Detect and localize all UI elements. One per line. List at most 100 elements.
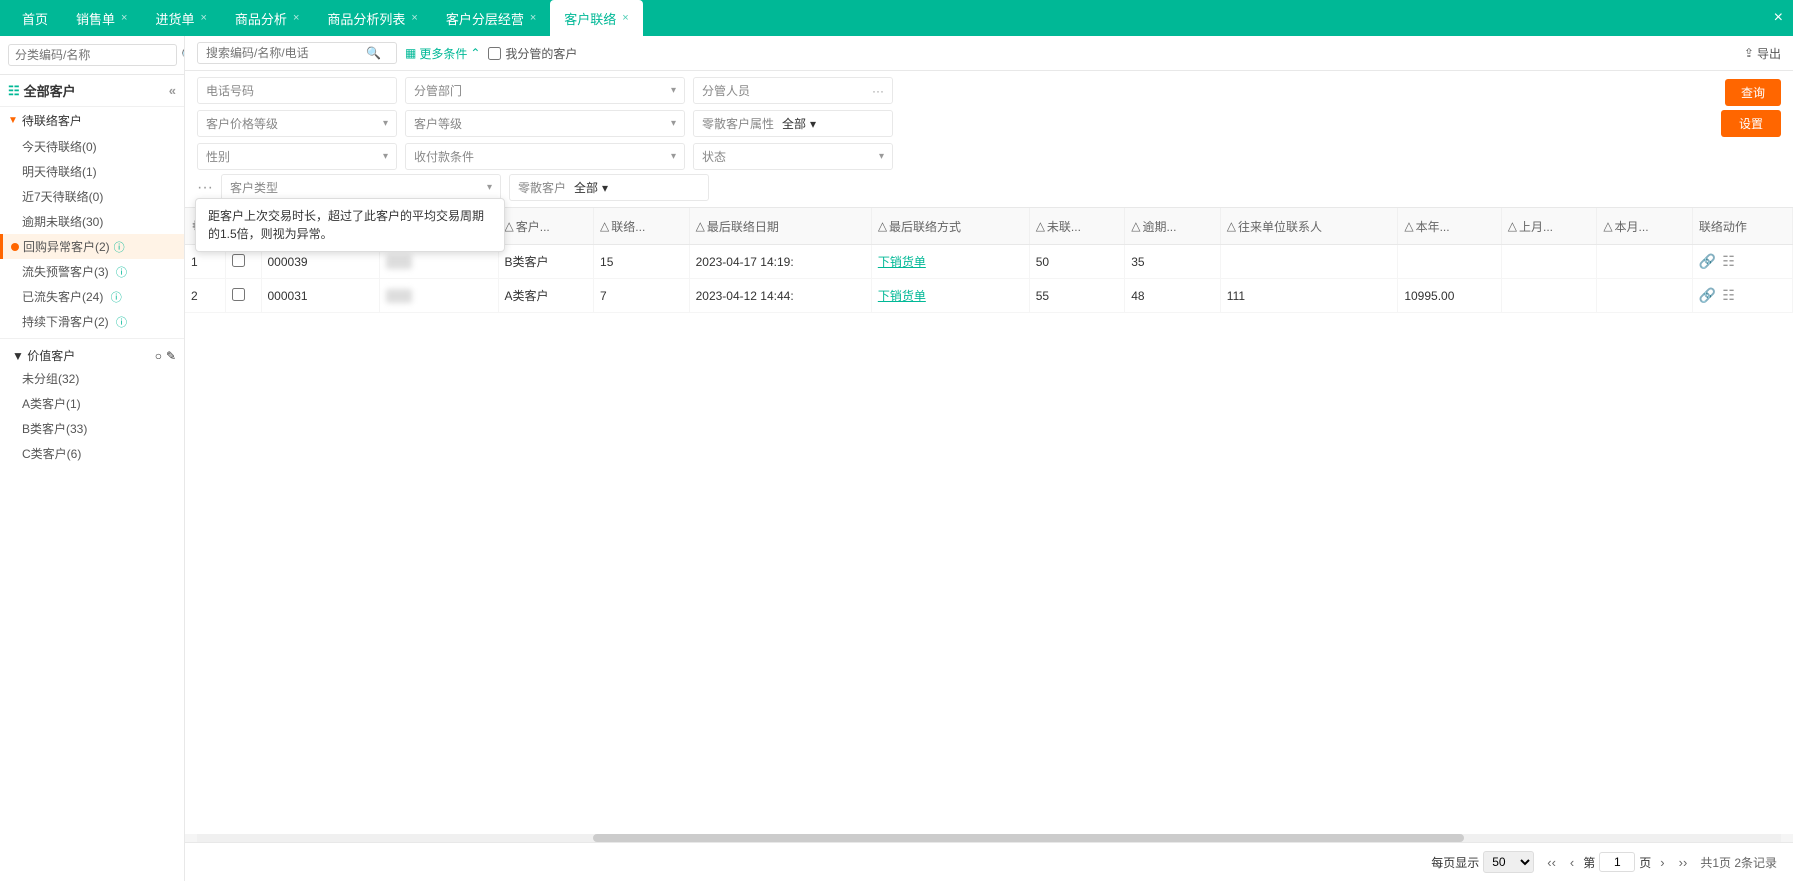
retail-customer-field[interactable]: 零散客户 全部 ▾ xyxy=(509,174,709,201)
export-btn[interactable]: ⇪ 导出 xyxy=(1744,45,1781,62)
churn-warning[interactable]: 流失预警客户(3) ⓘ xyxy=(0,259,184,284)
retail-attr-field[interactable]: 零散客户属性 全部 ▾ xyxy=(693,110,893,137)
row2-last-month xyxy=(1501,279,1597,313)
my-customers-checkbox[interactable] xyxy=(488,47,501,60)
circle-icon[interactable]: ○ xyxy=(155,349,162,363)
overdue-pending[interactable]: 逾期未联络(30) xyxy=(0,209,184,234)
edit-icon[interactable]: ✎ xyxy=(166,349,176,363)
close-product-list-tab[interactable]: × xyxy=(411,12,417,24)
department-field[interactable]: 分管部门 ▾ xyxy=(405,77,685,104)
class-c[interactable]: C类客户(6) xyxy=(0,441,184,466)
nav-product-analysis[interactable]: 商品分析 × xyxy=(221,0,313,36)
col-overdue-sort[interactable]: △ xyxy=(1131,219,1140,233)
row2-method-link[interactable]: 下销货单 xyxy=(878,289,926,303)
close-all-tabs-btn[interactable]: × xyxy=(1774,9,1783,27)
nav-customer-contact[interactable]: 客户联络 × xyxy=(550,0,642,36)
col-contact-sort[interactable]: △ xyxy=(600,219,609,233)
col-this-month-sort[interactable]: △ xyxy=(1603,219,1612,233)
nav-sales[interactable]: 销售单 × xyxy=(62,0,141,36)
row2-select-checkbox[interactable] xyxy=(232,288,245,301)
main-search-icon[interactable]: 🔍 xyxy=(366,46,381,60)
col-action: 联络动作 xyxy=(1692,208,1792,245)
info-icon-churned[interactable]: ⓘ xyxy=(111,292,122,304)
price-level-chevron: ▾ xyxy=(383,118,388,129)
payment-field[interactable]: 收付款条件 ▾ xyxy=(405,143,685,170)
pending-contact-header[interactable]: ▼ 待联络客户 xyxy=(0,107,184,134)
today-pending[interactable]: 今天待联络(0) xyxy=(0,134,184,159)
nav-customer-tier[interactable]: 客户分层经营 × xyxy=(432,0,550,36)
first-page-btn[interactable]: ‹‹ xyxy=(1542,853,1561,872)
col-uncontact: △未联... xyxy=(1029,208,1125,245)
settings-button[interactable]: 设置 xyxy=(1721,110,1781,137)
declining[interactable]: 持续下滑客户(2) ⓘ xyxy=(0,309,184,334)
row1-link-icon[interactable]: 🔗 xyxy=(1699,253,1716,270)
col-level-sort[interactable]: △ xyxy=(505,219,514,233)
class-b[interactable]: B类客户(33) xyxy=(0,416,184,441)
week-pending[interactable]: 近7天待联络(0) xyxy=(0,184,184,209)
close-customer-tier-tab[interactable]: × xyxy=(530,12,536,24)
info-icon-declining[interactable]: ⓘ xyxy=(116,317,127,329)
next-page-btn[interactable]: › xyxy=(1655,853,1669,872)
per-page-select[interactable]: 50 100 200 xyxy=(1483,851,1534,873)
main-search-input[interactable] xyxy=(206,46,366,60)
pagination-nav: ‹‹ ‹ 第 页 › ›› xyxy=(1542,852,1692,872)
col-related-contact-sort[interactable]: △ xyxy=(1227,219,1236,233)
close-purchase-tab[interactable]: × xyxy=(200,12,206,24)
close-customer-contact-tab[interactable]: × xyxy=(622,12,628,24)
row1-method-link[interactable]: 下销货单 xyxy=(878,255,926,269)
row2-last-date: 2023-04-12 14:44: xyxy=(689,279,871,313)
gender-field[interactable]: 性别 ▾ xyxy=(197,143,397,170)
col-related-contact: △往来单位联系人 xyxy=(1220,208,1398,245)
tomorrow-pending[interactable]: 明天待联络(1) xyxy=(0,159,184,184)
col-last-month-sort[interactable]: △ xyxy=(1508,219,1517,233)
manager-field[interactable]: 分管人员 ··· xyxy=(693,77,893,104)
prev-page-btn[interactable]: ‹ xyxy=(1565,853,1579,872)
sidebar-collapse-icon[interactable]: « xyxy=(169,83,176,98)
sidebar-search-input[interactable] xyxy=(8,44,177,66)
manager-dots[interactable]: ··· xyxy=(872,84,884,98)
row2-contact: 7 xyxy=(594,279,690,313)
scroll-thumb[interactable] xyxy=(593,834,1464,842)
col-this-year: △本年... xyxy=(1398,208,1501,245)
nav-home[interactable]: 首页 xyxy=(8,0,62,36)
info-icon-repurchase[interactable]: ⓘ xyxy=(114,239,125,255)
row2-level: A类客户 xyxy=(498,279,594,313)
close-sales-tab[interactable]: × xyxy=(121,12,127,24)
more-filter-dots[interactable]: ··· xyxy=(197,179,213,197)
last-page-btn[interactable]: ›› xyxy=(1674,853,1693,872)
col-uncontact-sort[interactable]: △ xyxy=(1036,219,1045,233)
customer-type-field[interactable]: 客户类型 ▾ xyxy=(221,174,501,201)
row2-grid-icon[interactable]: ☷ xyxy=(1722,287,1735,304)
row1-actions: 🔗 ☷ xyxy=(1692,245,1792,279)
info-icon-churn-warning[interactable]: ⓘ xyxy=(116,267,127,279)
nav-product-list[interactable]: 商品分析列表 × xyxy=(313,0,431,36)
adv-row-1c: 性别 ▾ 收付款条件 ▾ 状态 ▾ xyxy=(197,143,1713,170)
churned[interactable]: 已流失客户(24) ⓘ xyxy=(0,284,184,309)
col-last-month: △上月... xyxy=(1501,208,1597,245)
col-this-year-sort[interactable]: △ xyxy=(1404,219,1413,233)
page-number-input[interactable] xyxy=(1599,852,1635,872)
status-field[interactable]: 状态 ▾ xyxy=(693,143,893,170)
horizontal-scrollbar[interactable] xyxy=(197,834,1781,842)
more-conditions-btn[interactable]: ▦ 更多条件 ⌃ xyxy=(405,45,480,62)
phone-field[interactable]: 电话号码 xyxy=(197,77,397,104)
price-level-field[interactable]: 客户价格等级 ▾ xyxy=(197,110,397,137)
total-info: 共1页 2条记录 xyxy=(1700,854,1777,871)
customer-level-chevron: ▾ xyxy=(671,118,676,129)
repurchase-abnormal[interactable]: 回购异常客户(2) ⓘ xyxy=(0,234,184,259)
col-last-method-sort[interactable]: △ xyxy=(878,219,887,233)
row2-link-icon[interactable]: 🔗 xyxy=(1699,287,1716,304)
col-last-date-sort[interactable]: △ xyxy=(696,219,705,233)
nav-purchase[interactable]: 进货单 × xyxy=(141,0,220,36)
row1-select-checkbox[interactable] xyxy=(232,254,245,267)
row1-overdue: 35 xyxy=(1125,245,1221,279)
content-area: 距客户上次交易时长，超过了此客户的平均交易周期的1.5倍，则视为异常。 🔍 ▦ … xyxy=(185,36,1793,881)
customer-level-field[interactable]: 客户等级 ▾ xyxy=(405,110,685,137)
unclassified[interactable]: 未分组(32) xyxy=(0,366,184,391)
row1-grid-icon[interactable]: ☷ xyxy=(1722,253,1735,270)
col-last-date: △最后联络日期 xyxy=(689,208,871,245)
class-a[interactable]: A类客户(1) xyxy=(0,391,184,416)
query-button[interactable]: 查询 xyxy=(1725,79,1781,106)
close-product-analysis-tab[interactable]: × xyxy=(293,12,299,24)
row1-related-contact xyxy=(1220,245,1398,279)
